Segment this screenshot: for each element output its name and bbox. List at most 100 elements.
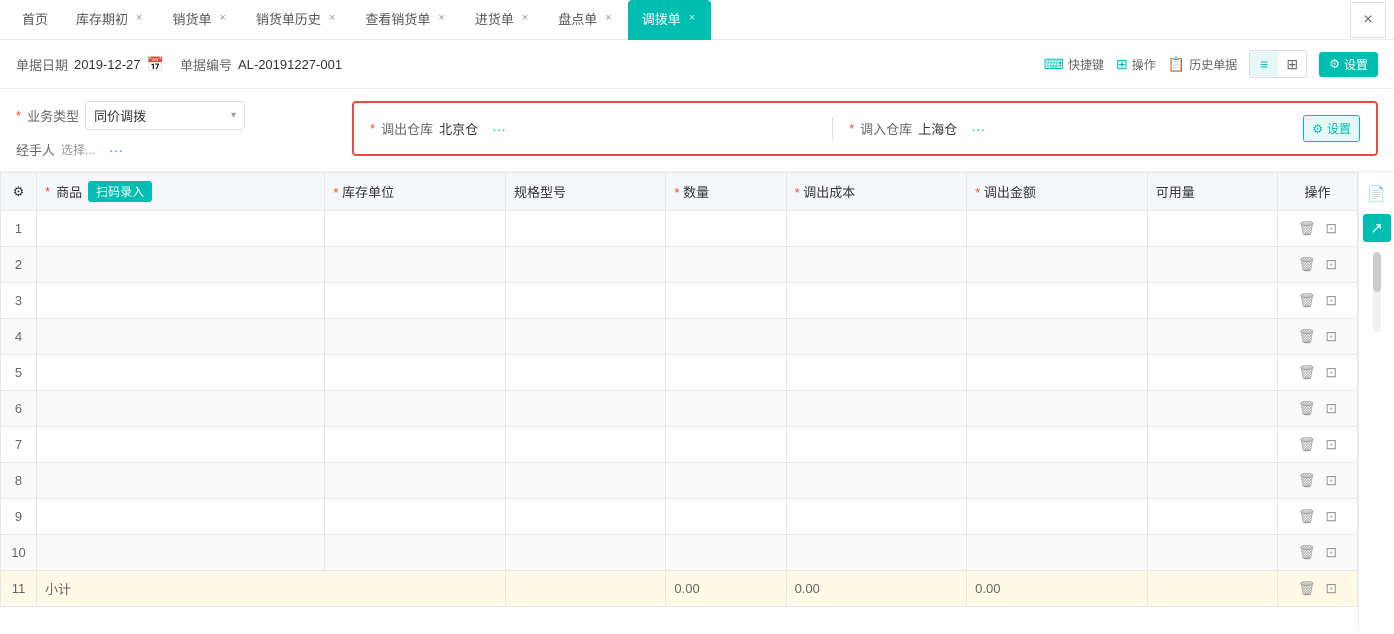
setting-button[interactable]: ⚙ 设置 [1319,52,1378,77]
scrollbar-track[interactable] [1373,252,1381,332]
unit-cell[interactable] [325,535,506,571]
unit-cell[interactable] [325,211,506,247]
qty-cell[interactable] [666,211,786,247]
qty-cell[interactable] [666,247,786,283]
delete-icon[interactable]: 🗑 [1295,220,1319,237]
available-cell[interactable] [1147,391,1277,427]
spec-cell[interactable] [506,319,666,355]
product-cell[interactable] [37,319,325,355]
sidebar-link-icon[interactable]: ↗ [1363,214,1391,242]
copy-icon[interactable]: ⊡ [1322,436,1340,453]
tab-transfer-close[interactable]: × [687,13,697,24]
product-cell[interactable] [37,463,325,499]
transfer-cost-cell[interactable] [786,355,967,391]
transfer-amount-cell[interactable] [967,247,1148,283]
transfer-cost-cell[interactable] [786,391,967,427]
delete-icon[interactable]: 🗑 [1295,580,1319,597]
copy-icon[interactable]: ⊡ [1322,256,1340,273]
qty-cell[interactable] [666,319,786,355]
tab-purchase[interactable]: 进货单 × [461,0,544,40]
tab-inventory-init[interactable]: 库存期初 × [62,0,158,40]
available-cell[interactable] [1147,211,1277,247]
copy-icon[interactable]: ⊡ [1322,400,1340,417]
tab-sales-history[interactable]: 销货单历史 × [242,0,351,40]
unit-cell[interactable] [325,427,506,463]
table-container[interactable]: ⚙ * 商品 扫码录入 * 库存单位 规格型号 [0,172,1358,630]
delete-icon[interactable]: 🗑 [1295,508,1319,525]
unit-cell[interactable] [325,463,506,499]
out-warehouse-more-btn[interactable]: ··· [492,121,506,137]
biz-type-select[interactable]: 同价调拨 ▾ [85,101,245,130]
product-cell[interactable] [37,247,325,283]
spec-cell[interactable] [506,427,666,463]
transfer-cost-cell[interactable] [786,247,967,283]
qty-cell[interactable] [666,463,786,499]
transfer-amount-cell[interactable] [967,211,1148,247]
copy-icon[interactable]: ⊡ [1322,508,1340,525]
tab-inventory-check[interactable]: 盘点单 × [544,0,627,40]
tab-inventory-check-close[interactable]: × [603,13,613,24]
tab-sales-order[interactable]: 销货单 × [158,0,241,40]
copy-icon[interactable]: ⊡ [1322,364,1340,381]
transfer-amount-cell[interactable] [967,499,1148,535]
warehouse-setting-button[interactable]: ⚙ 设置 [1303,115,1360,142]
tab-purchase-close[interactable]: × [520,13,530,24]
tab-home[interactable]: 首页 [8,0,62,40]
available-cell[interactable] [1147,427,1277,463]
unit-cell[interactable] [325,499,506,535]
unit-cell[interactable] [325,319,506,355]
copy-icon[interactable]: ⊡ [1322,292,1340,309]
qty-cell[interactable] [666,283,786,319]
qty-cell[interactable] [666,355,786,391]
product-cell[interactable] [37,535,325,571]
delete-icon[interactable]: 🗑 [1295,292,1319,309]
transfer-cost-cell[interactable] [786,463,967,499]
spec-cell[interactable] [506,535,666,571]
operations-button[interactable]: ⊞ 操作 [1116,56,1156,73]
transfer-cost-cell[interactable] [786,427,967,463]
qty-cell[interactable] [666,391,786,427]
copy-icon[interactable]: ⊡ [1322,220,1340,237]
transfer-cost-cell[interactable] [786,319,967,355]
copy-icon[interactable]: ⊡ [1322,328,1340,345]
product-cell[interactable] [37,499,325,535]
transfer-cost-cell[interactable] [786,283,967,319]
person-choose[interactable]: 选择... [61,141,95,158]
spec-cell[interactable] [506,211,666,247]
delete-icon[interactable]: 🗑 [1295,400,1319,417]
available-cell[interactable] [1147,283,1277,319]
tab-view-sales-close[interactable]: × [436,13,446,24]
tab-sales-order-close[interactable]: × [217,13,227,24]
transfer-amount-cell[interactable] [967,283,1148,319]
list-view-button[interactable]: ≡ [1250,51,1278,77]
copy-icon[interactable]: ⊡ [1322,472,1340,489]
tab-inventory-init-close[interactable]: × [134,13,144,24]
spec-cell[interactable] [506,247,666,283]
window-close-button[interactable]: × [1350,2,1386,38]
person-more-btn[interactable]: ··· [109,142,123,158]
delete-icon[interactable]: 🗑 [1295,544,1319,561]
available-cell[interactable] [1147,463,1277,499]
unit-cell[interactable] [325,391,506,427]
available-cell[interactable] [1147,319,1277,355]
spec-cell[interactable] [506,355,666,391]
available-cell[interactable] [1147,247,1277,283]
qty-cell[interactable] [666,499,786,535]
spec-cell[interactable] [506,463,666,499]
product-cell[interactable] [37,283,325,319]
available-cell[interactable] [1147,499,1277,535]
product-cell[interactable] [37,391,325,427]
delete-icon[interactable]: 🗑 [1295,472,1319,489]
in-warehouse-more-btn[interactable]: ··· [971,121,985,137]
qty-cell[interactable] [666,427,786,463]
history-button[interactable]: 📋 历史单据 [1168,56,1237,73]
transfer-cost-cell[interactable] [786,499,967,535]
available-cell[interactable] [1147,355,1277,391]
delete-icon[interactable]: 🗑 [1295,364,1319,381]
transfer-cost-cell[interactable] [786,211,967,247]
delete-icon[interactable]: 🗑 [1295,328,1319,345]
unit-cell[interactable] [325,247,506,283]
copy-icon[interactable]: ⊡ [1322,544,1340,561]
spec-cell[interactable] [506,283,666,319]
product-cell[interactable] [37,355,325,391]
